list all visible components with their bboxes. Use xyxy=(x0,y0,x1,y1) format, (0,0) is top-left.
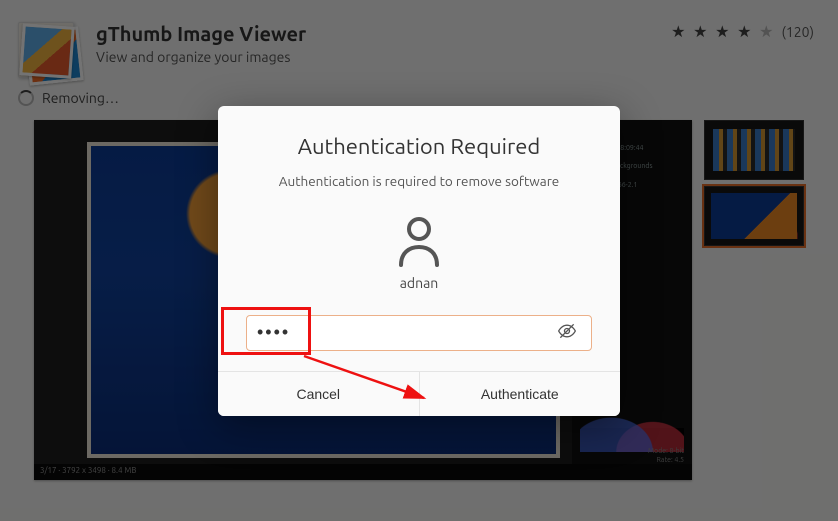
cancel-button[interactable]: Cancel xyxy=(218,372,419,416)
dialog-actions: Cancel Authenticate xyxy=(218,371,620,416)
eye-off-icon xyxy=(557,321,577,341)
auth-dialog: Authentication Required Authentication i… xyxy=(218,106,620,416)
software-app-page: gThumb Image Viewer View and organize yo… xyxy=(0,0,838,521)
authenticate-button[interactable]: Authenticate xyxy=(419,372,621,416)
username-label: adnan xyxy=(246,275,592,291)
password-input[interactable] xyxy=(257,322,553,343)
password-field-wrapper xyxy=(246,315,592,351)
dialog-title: Authentication Required xyxy=(246,134,592,159)
reveal-password-button[interactable] xyxy=(553,317,581,348)
user-icon xyxy=(395,215,443,267)
dialog-subtitle: Authentication is required to remove sof… xyxy=(246,173,592,189)
